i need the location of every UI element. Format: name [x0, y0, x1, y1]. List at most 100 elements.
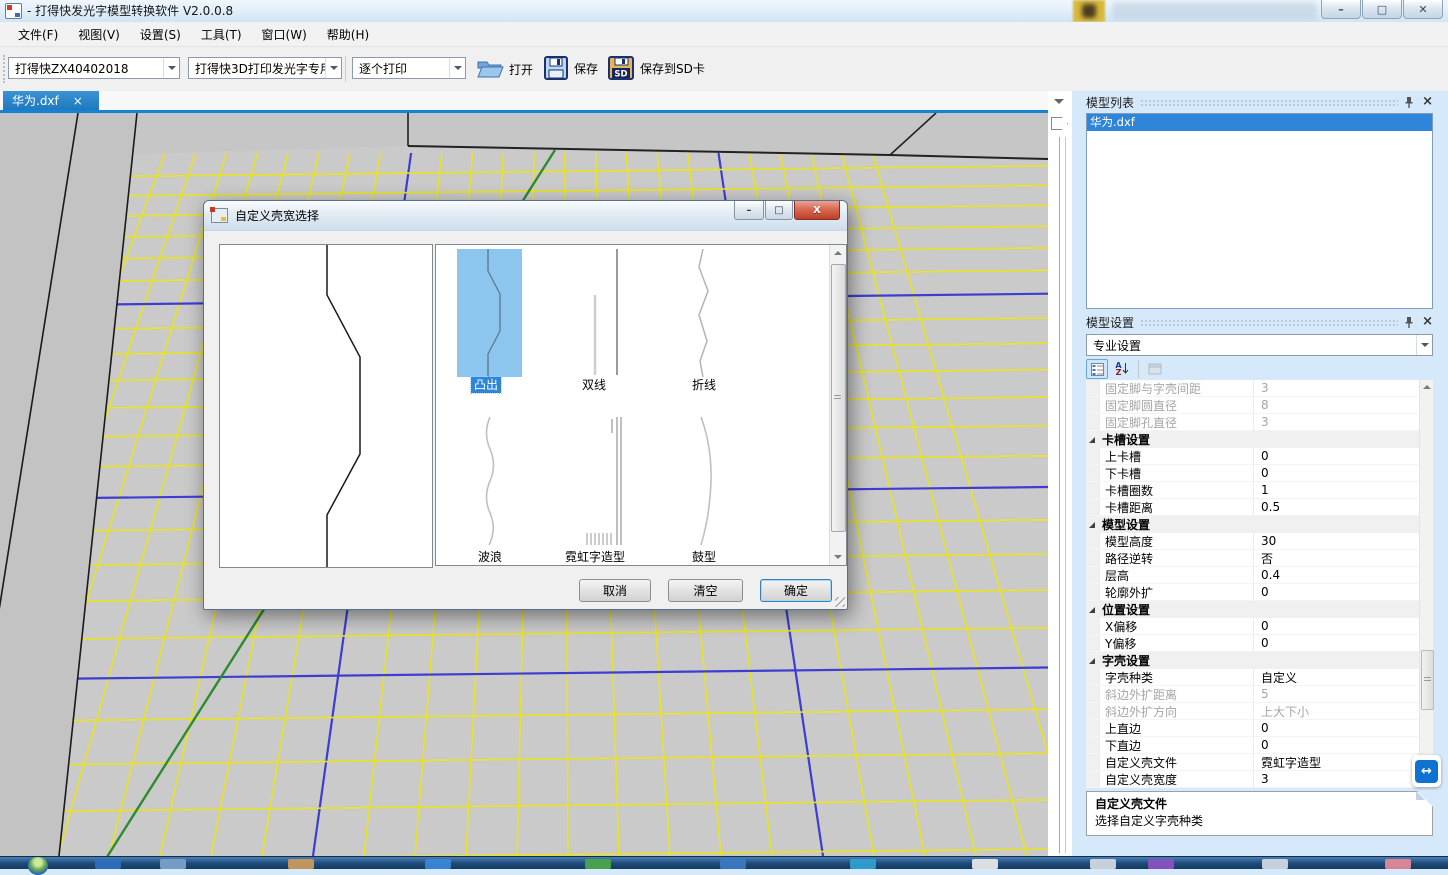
- property-grid-scrollbar[interactable]: [1419, 380, 1433, 788]
- svg-text:SD: SD: [614, 70, 627, 80]
- blurred-text: [1112, 2, 1317, 20]
- property-row[interactable]: 上卡槽 0: [1086, 448, 1433, 465]
- toolbar: 打得快ZX40402018 打得快3D打印发光字专用 逐个打印 打开 保存: [0, 47, 1448, 91]
- property-grid: 固定脚与字壳间距 3 固定脚圆直径 8 固定脚孔直径 3 卡槽设置: [1086, 380, 1433, 788]
- categorized-view-button[interactable]: [1086, 359, 1108, 379]
- shape-label[interactable]: 双线: [579, 377, 609, 393]
- close-button[interactable]: ✕: [1403, 0, 1443, 19]
- zoom-slider-handle[interactable]: [1051, 117, 1068, 130]
- menu-tools[interactable]: 工具(T): [191, 23, 252, 46]
- shape-label[interactable]: 波浪: [475, 549, 505, 565]
- ok-button[interactable]: 确定: [760, 579, 832, 602]
- menu-file[interactable]: 文件(F): [8, 23, 68, 46]
- maximize-button[interactable]: □: [1362, 0, 1402, 19]
- property-row[interactable]: 斜边外扩距离 5: [1086, 686, 1433, 703]
- close-panel-icon[interactable]: ×: [1422, 316, 1433, 328]
- property-row[interactable]: 位置设置: [1086, 601, 1433, 618]
- dialog-close-button[interactable]: X: [794, 201, 840, 220]
- property-row[interactable]: 层高 0.4: [1086, 567, 1433, 584]
- chevron-down-icon: [449, 58, 465, 78]
- wave-shape-icon[interactable]: [472, 417, 508, 545]
- property-row[interactable]: 模型设置: [1086, 516, 1433, 533]
- category-arrow-icon: [1089, 607, 1095, 613]
- menu-window[interactable]: 窗口(W): [252, 23, 317, 46]
- dialog-title: 自定义壳宽选择: [235, 207, 319, 224]
- double-line-shape-icon[interactable]: [586, 249, 626, 377]
- notification-icon: [1073, 0, 1105, 22]
- property-row[interactable]: 卡槽设置: [1086, 431, 1433, 448]
- toolbar-separator: [345, 56, 346, 82]
- property-row[interactable]: 下直边 0: [1086, 737, 1433, 754]
- model-list[interactable]: 华为.dxf: [1086, 113, 1433, 309]
- property-row[interactable]: 路径逆转 否: [1086, 550, 1433, 567]
- menu-help[interactable]: 帮助(H): [317, 23, 379, 46]
- print-mode-combo[interactable]: 逐个打印: [352, 57, 466, 79]
- property-row[interactable]: 固定脚孔直径 3: [1086, 414, 1433, 431]
- tab-huawei-dxf[interactable]: 华为.dxf ×: [3, 91, 99, 110]
- property-row[interactable]: X偏移 0: [1086, 618, 1433, 635]
- shape-item-selected[interactable]: [457, 249, 522, 377]
- minimize-button[interactable]: –: [1321, 0, 1361, 19]
- cancel-button[interactable]: 取消: [579, 579, 651, 602]
- menu-settings[interactable]: 设置(S): [130, 23, 191, 46]
- dialog-minimize-button[interactable]: –: [734, 201, 764, 220]
- tab-overflow-icon[interactable]: [1054, 99, 1064, 104]
- resize-grip[interactable]: [835, 597, 845, 607]
- remote-control-overlay[interactable]: ↔: [1412, 755, 1441, 787]
- property-row[interactable]: 斜边外扩方向 上大下小: [1086, 703, 1433, 720]
- shape-list-scrollbar[interactable]: [829, 245, 846, 565]
- property-pages-button[interactable]: [1144, 359, 1166, 379]
- scrollbar-thumb[interactable]: [1421, 650, 1434, 710]
- property-row[interactable]: Y偏移 0: [1086, 635, 1433, 652]
- taskbar[interactable]: [0, 856, 1448, 869]
- close-tab-icon[interactable]: ×: [73, 94, 83, 108]
- chevron-down-icon: [1416, 335, 1432, 355]
- property-row[interactable]: 卡槽距离 0.5: [1086, 499, 1433, 516]
- property-row[interactable]: 自定义壳宽度 3: [1086, 771, 1433, 788]
- property-row[interactable]: 上直边 0: [1086, 720, 1433, 737]
- clear-button[interactable]: 清空: [668, 579, 743, 602]
- close-panel-icon[interactable]: ×: [1422, 96, 1433, 108]
- scroll-down-icon[interactable]: [830, 550, 846, 564]
- property-row[interactable]: 自定义壳文件 霓虹字造型: [1086, 754, 1433, 771]
- categorized-icon: [1091, 363, 1104, 376]
- printer-combo[interactable]: 打得快ZX40402018: [8, 57, 180, 79]
- shape-label[interactable]: 凸出: [471, 377, 501, 393]
- scrollbar-thumb[interactable]: [831, 264, 846, 532]
- neon-shape-icon[interactable]: [582, 417, 628, 547]
- side-panel-area: 模型列表 × 华为.dxf 模型设置 × 专业设置: [1072, 91, 1448, 856]
- property-row[interactable]: 固定脚圆直径 8: [1086, 397, 1433, 414]
- property-row[interactable]: 轮廓外扩 0: [1086, 584, 1433, 601]
- menu-view[interactable]: 视图(V): [68, 23, 130, 46]
- property-row[interactable]: 固定脚与字壳间距 3: [1086, 380, 1433, 397]
- zigzag-shape-icon[interactable]: [686, 249, 722, 377]
- property-row[interactable]: 字壳种类 自定义: [1086, 669, 1433, 686]
- property-row[interactable]: 下卡槽 0: [1086, 465, 1433, 482]
- scroll-up-icon[interactable]: [830, 246, 846, 260]
- model-list-header: 模型列表 ×: [1086, 92, 1433, 112]
- open-button[interactable]: 打开: [476, 53, 533, 85]
- model-list-item[interactable]: 华为.dxf: [1087, 114, 1432, 131]
- start-orb-icon[interactable]: [28, 857, 48, 875]
- shape-label[interactable]: 折线: [689, 377, 719, 393]
- category-arrow-icon: [1089, 437, 1095, 443]
- preset-combo[interactable]: 专业设置: [1086, 334, 1433, 356]
- property-row[interactable]: 字壳设置: [1086, 652, 1433, 669]
- scroll-up-icon[interactable]: [1420, 380, 1434, 394]
- property-row[interactable]: 卡槽圈数 1: [1086, 482, 1433, 499]
- profile-combo[interactable]: 打得快3D打印发光字专用: [188, 57, 342, 79]
- dialog-maximize-button[interactable]: □: [765, 201, 793, 220]
- shape-list[interactable]: 凸出 双线 折线 波浪 霓虹字造型: [435, 244, 847, 566]
- zoom-slider-track[interactable]: [1059, 137, 1060, 853]
- window-title: - 打得快发光字模型转换软件 V2.0.0.8: [27, 0, 233, 22]
- shape-label[interactable]: 鼓型: [689, 549, 719, 565]
- save-to-sd-button[interactable]: SD 保存到SD卡: [607, 52, 705, 84]
- pin-icon[interactable]: [1404, 316, 1414, 329]
- pin-icon[interactable]: [1404, 96, 1414, 109]
- property-row[interactable]: 模型高度 30: [1086, 533, 1433, 550]
- alphabetical-sort-button[interactable]: AZ: [1111, 359, 1133, 379]
- drum-shape-icon[interactable]: [686, 417, 722, 545]
- save-button[interactable]: 保存: [543, 52, 598, 84]
- shape-label[interactable]: 霓虹字造型: [562, 549, 628, 565]
- profile-curve: [220, 245, 432, 567]
